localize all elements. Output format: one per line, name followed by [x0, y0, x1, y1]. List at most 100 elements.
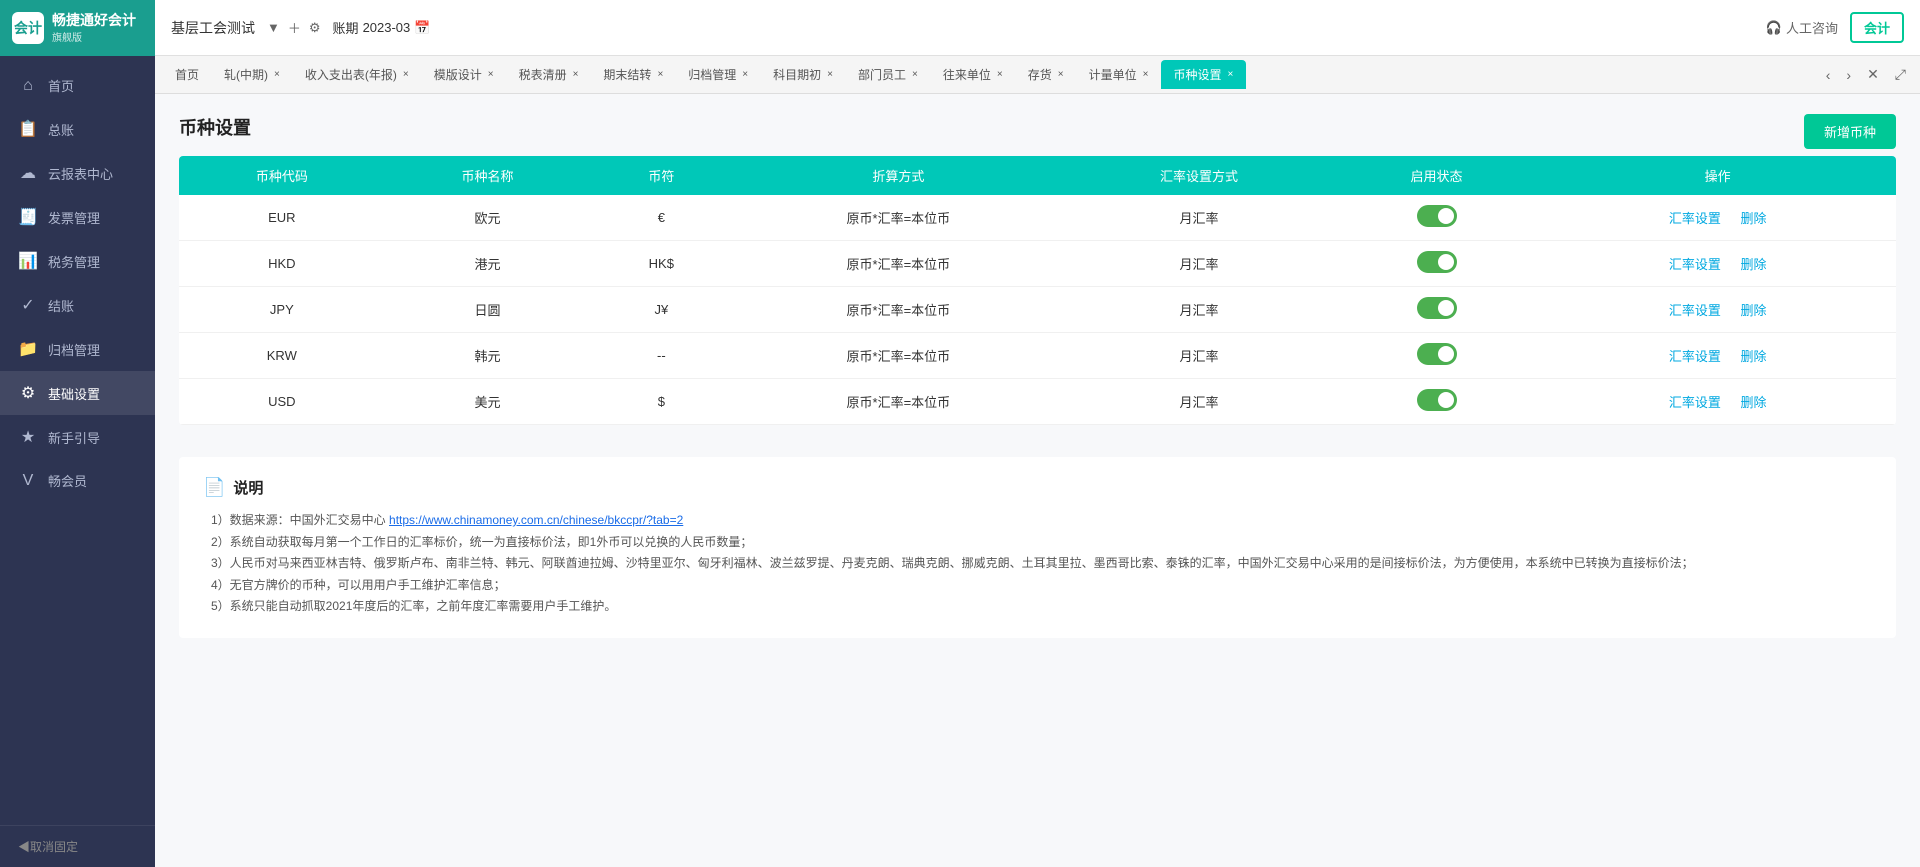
tab-close-archivemgr[interactable]: × [742, 69, 748, 80]
cell-toggle[interactable] [1334, 195, 1540, 241]
toggle-USD[interactable] [1417, 389, 1457, 411]
cell-calc: 原币*汇率=本位币 [732, 287, 1064, 333]
tab-subject[interactable]: 科目期初× [761, 60, 846, 89]
nav-label-vip: 畅会员 [48, 471, 87, 490]
cell-code: EUR [179, 195, 385, 241]
delete-btn-EUR[interactable]: 删除 [1741, 211, 1767, 226]
tab-close-balance[interactable]: × [274, 69, 280, 80]
settings-icon[interactable]: ⚙ [309, 20, 321, 36]
logo-icon: 会计 [12, 12, 44, 44]
delete-btn-KRW[interactable]: 删除 [1741, 349, 1767, 364]
rate-setting-btn-HKD[interactable]: 汇率设置 [1669, 257, 1721, 272]
consult-button[interactable]: 🎧 人工咨询 [1766, 18, 1838, 37]
tab-next-button[interactable]: › [1840, 65, 1857, 85]
tab-label-balance: 轧(中期) [224, 66, 268, 83]
table-row: HKD 港元 HK$ 原币*汇率=本位币 月汇率 汇率设置 删除 [179, 241, 1896, 287]
tab-label-income: 收入支出表(年报) [305, 66, 397, 83]
sidebar-item-invoice[interactable]: 🧾发票管理 [0, 195, 155, 239]
tab-period[interactable]: 期末结转 × [591, 60, 676, 89]
tab-close-all-button[interactable]: ✕ [1861, 64, 1885, 85]
table-row: KRW 韩元 -- 原币*汇率=本位币 月汇率 汇率设置 删除 [179, 333, 1896, 379]
toggle-EUR[interactable] [1417, 205, 1457, 227]
tab-template[interactable]: 模版设计 × [422, 60, 507, 89]
tab-stock[interactable]: 存货× [1016, 60, 1077, 89]
tab-taxclear[interactable]: 税表清册 × [507, 60, 592, 89]
rate-setting-btn-KRW[interactable]: 汇率设置 [1669, 349, 1721, 364]
tab-close-income[interactable]: × [403, 69, 409, 80]
cell-toggle[interactable] [1334, 241, 1540, 287]
nav-icon-guide: ★ [18, 427, 38, 447]
note-title: 📄 说明 [203, 477, 1872, 498]
tab-unit[interactable]: 计量单位× [1077, 60, 1162, 89]
table-row: USD 美元 $ 原币*汇率=本位币 月汇率 汇率设置 删除 [179, 379, 1896, 425]
delete-btn-USD[interactable]: 删除 [1741, 395, 1767, 410]
sidebar-item-reports[interactable]: ☁云报表中心 [0, 151, 155, 195]
tab-partner[interactable]: 往来单位× [931, 60, 1016, 89]
delete-btn-JPY[interactable]: 删除 [1741, 303, 1767, 318]
table-row: EUR 欧元 € 原币*汇率=本位币 月汇率 汇率设置 删除 [179, 195, 1896, 241]
cell-rate-type: 月汇率 [1064, 333, 1333, 379]
company-name: 基层工会测试 [171, 18, 255, 38]
topbar: 基层工会测试 ▼ ＋ ⚙ 账期 2023-03 📅 🎧 人工咨询 会计 [155, 0, 1920, 56]
nav-label-settings: 基础设置 [48, 384, 100, 403]
tab-balance[interactable]: 轧(中期) × [212, 60, 293, 89]
sidebar-item-close[interactable]: ✓结账 [0, 283, 155, 327]
col-header-币种名称: 币种名称 [385, 156, 591, 195]
tab-close-stock[interactable]: × [1058, 69, 1064, 80]
rate-setting-btn-USD[interactable]: 汇率设置 [1669, 395, 1721, 410]
add-icon[interactable]: ＋ [288, 18, 301, 37]
rate-setting-btn-JPY[interactable]: 汇率设置 [1669, 303, 1721, 318]
cell-calc: 原币*汇率=本位币 [732, 333, 1064, 379]
new-currency-button[interactable]: 新增币种 [1804, 114, 1896, 149]
tab-label-period: 期末结转 [603, 66, 651, 83]
cell-name: 日圆 [385, 287, 591, 333]
toggle-KRW[interactable] [1417, 343, 1457, 365]
period-info: 账期 2023-03 📅 [333, 18, 431, 37]
tab-income[interactable]: 收入支出表(年报) × [293, 60, 422, 89]
sidebar-item-ledger[interactable]: 📋总账 [0, 107, 155, 151]
nav-icon-invoice: 🧾 [18, 207, 38, 227]
note-list: 1）数据来源：中国外汇交易中心 https://www.chinamoney.c… [203, 510, 1872, 618]
col-header-操作: 操作 [1539, 156, 1896, 195]
tab-close-taxclear[interactable]: × [573, 69, 579, 80]
tab-close-subject[interactable]: × [827, 69, 833, 80]
sidebar-item-home[interactable]: ⌂首页 [0, 64, 155, 107]
sidebar-item-tax[interactable]: 📊税务管理 [0, 239, 155, 283]
tab-close-currency[interactable]: × [1227, 69, 1233, 80]
note-item-4: 5）系统只能自动抓取2021年度后的汇率，之前年度汇率需要用户手工维护。 [211, 596, 1872, 618]
cell-toggle[interactable] [1334, 333, 1540, 379]
cell-rate-type: 月汇率 [1064, 287, 1333, 333]
tab-expand-button[interactable]: ⤢ [1889, 64, 1912, 85]
tab-close-partner[interactable]: × [997, 69, 1003, 80]
sidebar-item-archive[interactable]: 📁归档管理 [0, 327, 155, 371]
tab-close-unit[interactable]: × [1143, 69, 1149, 80]
tab-currency[interactable]: 币种设置× [1161, 60, 1246, 89]
toggle-HKD[interactable] [1417, 251, 1457, 273]
calendar-icon[interactable]: 📅 [414, 20, 430, 36]
nav-icon-tax: 📊 [18, 251, 38, 271]
tab-label-home: 首页 [175, 66, 199, 83]
tab-label-taxclear: 税表清册 [519, 66, 567, 83]
tab-close-period[interactable]: × [657, 69, 663, 80]
tab-label-template: 模版设计 [434, 66, 482, 83]
tab-close-dept[interactable]: × [912, 69, 918, 80]
sidebar-item-guide[interactable]: ★新手引导 [0, 415, 155, 459]
sidebar-item-settings[interactable]: ⚙基础设置 [0, 371, 155, 415]
tab-home[interactable]: 首页 [163, 60, 212, 89]
account-button[interactable]: 会计 [1850, 12, 1904, 43]
cell-toggle[interactable] [1334, 379, 1540, 425]
note-link[interactable]: https://www.chinamoney.com.cn/chinese/bk… [389, 513, 683, 527]
sidebar-item-vip[interactable]: V畅会员 [0, 459, 155, 502]
rate-setting-btn-EUR[interactable]: 汇率设置 [1669, 211, 1721, 226]
cell-toggle[interactable] [1334, 287, 1540, 333]
tab-close-template[interactable]: × [488, 69, 494, 80]
tab-dept[interactable]: 部门员工× [846, 60, 931, 89]
tab-label-archivemgr: 归档管理 [688, 66, 736, 83]
toggle-JPY[interactable] [1417, 297, 1457, 319]
sidebar-footer[interactable]: ◀取消固定 [0, 825, 155, 867]
tab-prev-button[interactable]: ‹ [1820, 65, 1837, 85]
dropdown-icon[interactable]: ▼ [267, 20, 280, 35]
nav-label-close: 结账 [48, 296, 74, 315]
tab-archivemgr[interactable]: 归档管理 × [676, 60, 761, 89]
delete-btn-HKD[interactable]: 删除 [1741, 257, 1767, 272]
